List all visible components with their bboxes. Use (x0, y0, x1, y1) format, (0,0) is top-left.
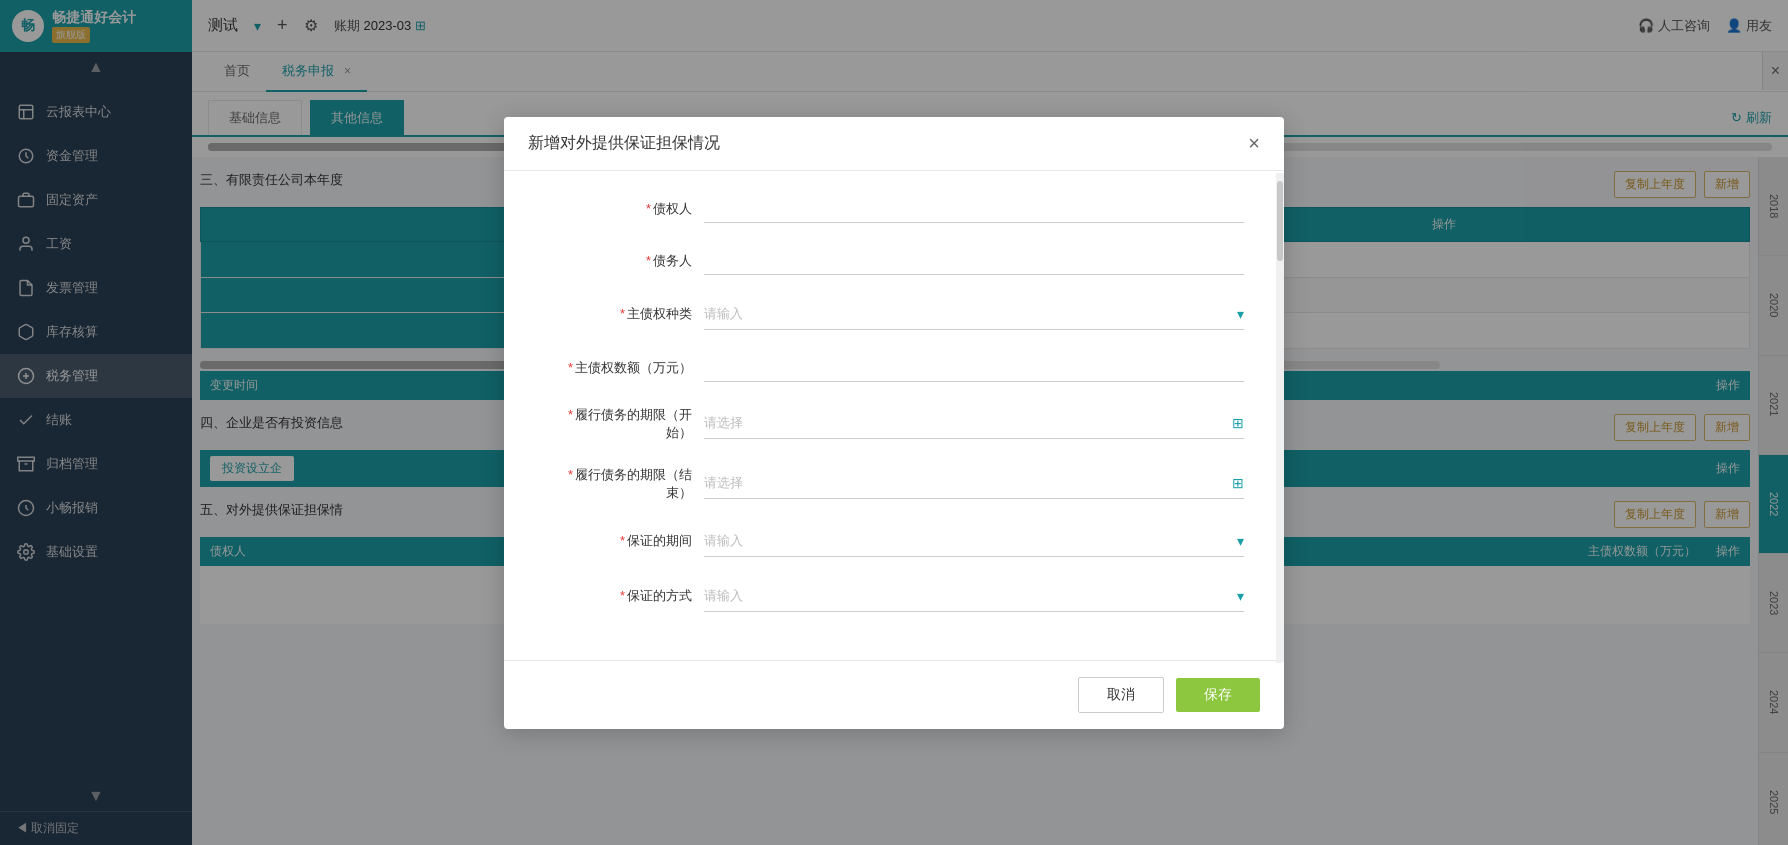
debt-type-chevron-icon: ▾ (1237, 306, 1244, 322)
period-start-picker[interactable]: 请选择 ⊞ (704, 408, 1244, 439)
form-field-guarantee-method: *保证的方式 请输入 ▾ (544, 581, 1244, 612)
debt-amount-input[interactable] (704, 354, 1244, 382)
modal-footer: 取消 保存 (504, 660, 1284, 729)
guarantee-period-label: *保证的期间 (544, 532, 704, 550)
debtor-input[interactable] (704, 247, 1244, 275)
guarantee-method-chevron-icon: ▾ (1237, 588, 1244, 604)
modal-header: 新增对外提供保证担保情况 × (504, 117, 1284, 171)
modal-title: 新增对外提供保证担保情况 (528, 133, 720, 154)
guarantee-period-select[interactable]: 请输入 ▾ (704, 526, 1244, 557)
period-end-calendar-icon: ⊞ (1232, 475, 1244, 491)
form-field-debt-type: *主债权种类 请输入 ▾ (544, 299, 1244, 330)
save-button[interactable]: 保存 (1176, 678, 1260, 712)
period-start-label: *履行债务的期限（开始） (544, 406, 704, 442)
period-end-label: *履行债务的期限（结束） (544, 466, 704, 502)
form-field-period-end: *履行债务的期限（结束） 请选择 ⊞ (544, 466, 1244, 502)
modal-scroll-thumb (1277, 181, 1283, 261)
form-field-period-start: *履行债务的期限（开始） 请选择 ⊞ (544, 406, 1244, 442)
guarantee-method-label: *保证的方式 (544, 587, 704, 605)
creditor-input[interactable] (704, 195, 1244, 223)
guarantee-period-chevron-icon: ▾ (1237, 533, 1244, 549)
form-field-guarantee-period: *保证的期间 请输入 ▾ (544, 526, 1244, 557)
guarantee-period-placeholder: 请输入 (704, 532, 1237, 550)
form-field-debtor: *债务人 (544, 247, 1244, 275)
debtor-label: *债务人 (544, 252, 704, 270)
period-start-calendar-icon: ⊞ (1232, 415, 1244, 431)
form-field-creditor: *债权人 (544, 195, 1244, 223)
debt-type-select[interactable]: 请输入 ▾ (704, 299, 1244, 330)
debt-type-placeholder: 请输入 (704, 305, 1237, 323)
debt-type-label: *主债权种类 (544, 305, 704, 323)
modal-scrollbar (1276, 173, 1284, 663)
modal-dialog: 新增对外提供保证担保情况 × *债权人 *债务人 * (504, 117, 1284, 729)
guarantee-method-placeholder: 请输入 (704, 587, 1237, 605)
modal-body: *债权人 *债务人 *主债权种类 请输入 ▾ (504, 171, 1284, 660)
creditor-label: *债权人 (544, 200, 704, 218)
guarantee-method-select[interactable]: 请输入 ▾ (704, 581, 1244, 612)
modal-overlay: 新增对外提供保证担保情况 × *债权人 *债务人 * (0, 0, 1788, 845)
debt-amount-label: *主债权数额（万元） (544, 359, 704, 377)
period-end-picker[interactable]: 请选择 ⊞ (704, 468, 1244, 499)
period-start-placeholder: 请选择 (704, 414, 1232, 432)
period-end-placeholder: 请选择 (704, 474, 1232, 492)
modal-close-button[interactable]: × (1248, 133, 1260, 153)
cancel-button[interactable]: 取消 (1078, 677, 1164, 713)
form-field-debt-amount: *主债权数额（万元） (544, 354, 1244, 382)
